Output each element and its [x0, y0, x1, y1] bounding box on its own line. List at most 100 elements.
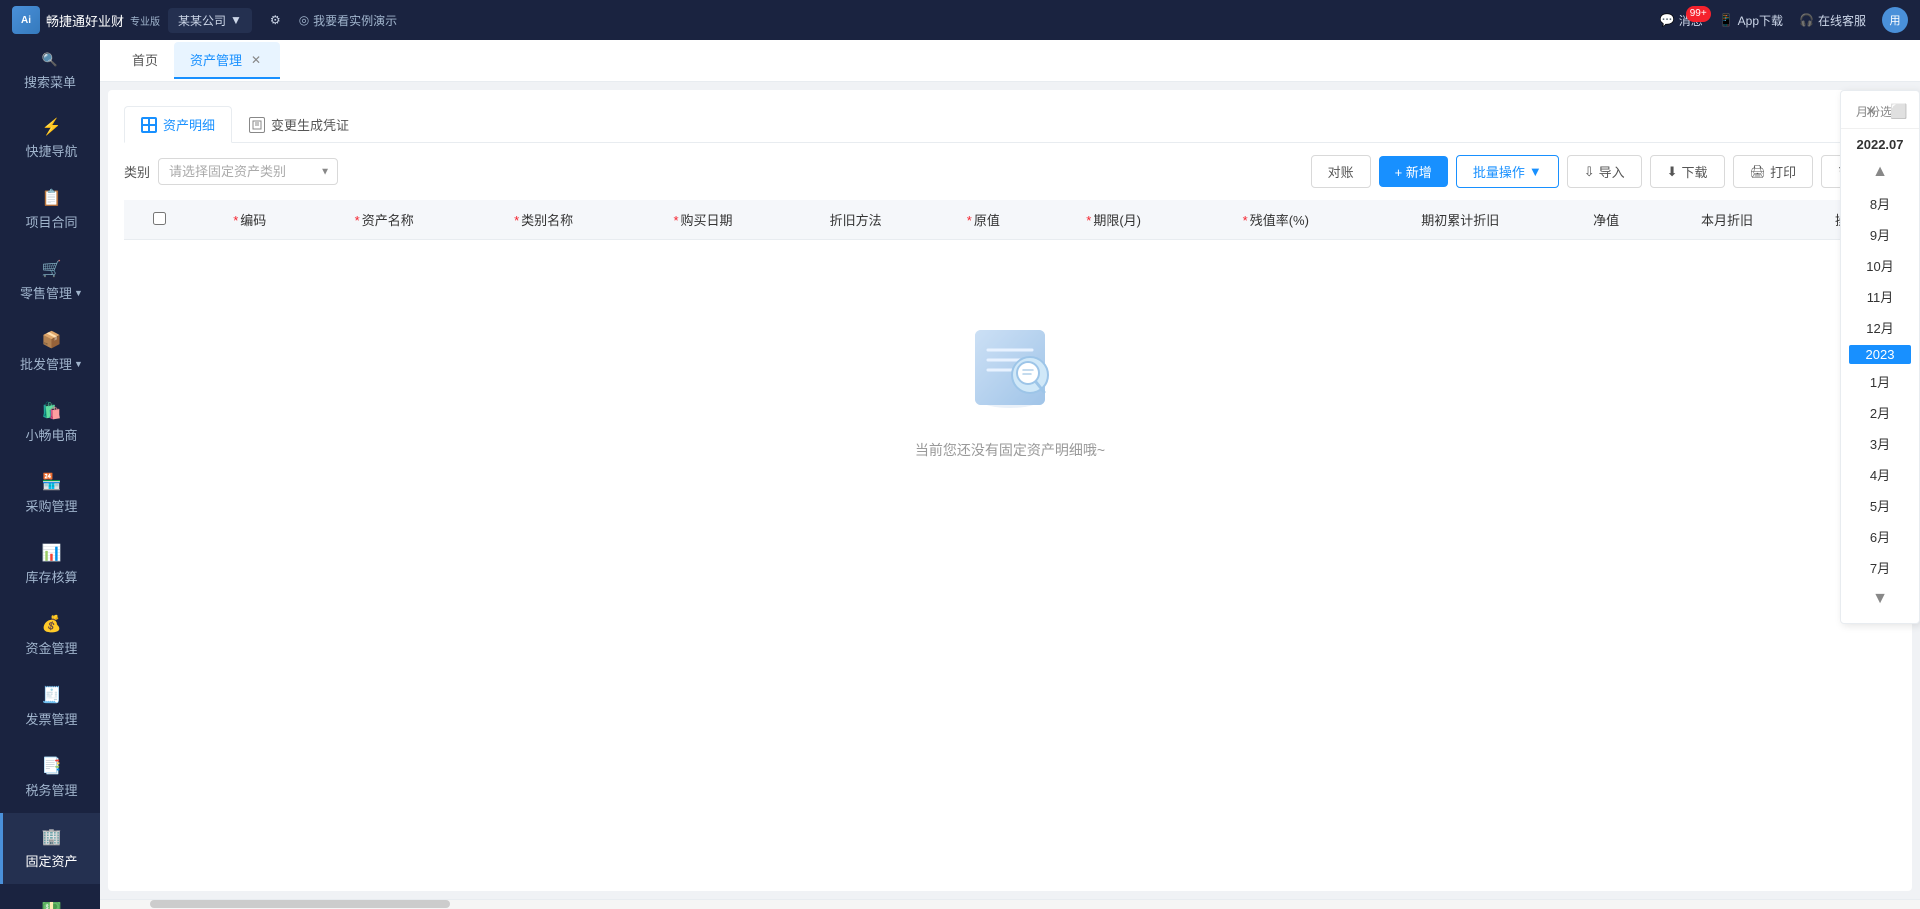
panel-close-btn[interactable]: ✕: [1859, 99, 1883, 123]
select-all-checkbox[interactable]: [153, 212, 166, 225]
add-button[interactable]: + 新增: [1379, 156, 1448, 187]
logo-icon: Ai: [12, 6, 40, 34]
download-button[interactable]: ⬇ 下载: [1650, 155, 1725, 188]
month-item-12[interactable]: 12月: [1841, 312, 1919, 343]
empty-state: 当前您还没有固定资产明细哦~: [124, 240, 1896, 520]
month-item-9[interactable]: 9月: [1841, 219, 1919, 250]
batch-ops-label: 批量操作: [1473, 162, 1525, 181]
app-edition: 专业版: [130, 13, 160, 28]
top-bar: Ai 畅捷通好业财 专业版 某某公司 ▼ ⚙ ◎ 我要看实例演示 💬 消息 99…: [0, 0, 1920, 40]
headset-icon: 🎧: [1799, 13, 1814, 27]
ecommerce-icon: 🛍️: [42, 401, 62, 421]
col-period: *期限(月): [1038, 200, 1189, 240]
year-label: 2022.07: [1841, 133, 1919, 156]
tab-close-icon[interactable]: ✕: [248, 52, 264, 68]
sidebar-item-project[interactable]: 📋 项目合同: [0, 174, 100, 245]
col-category: *类别名称: [464, 200, 623, 240]
tax-icon: 📑: [42, 756, 62, 776]
print-button[interactable]: 🖨 打印: [1733, 155, 1814, 188]
month-item-4[interactable]: 4月: [1841, 459, 1919, 490]
app-logo: Ai 畅捷通好业财 专业版: [12, 6, 160, 34]
demo-text: 我要看实例演示: [313, 12, 397, 29]
page-content: 资产明细 变更生成凭证 类别: [108, 90, 1912, 891]
app-download-btn[interactable]: 📱 App下载: [1719, 12, 1783, 29]
col-net-value: 净值: [1558, 200, 1654, 240]
content-area: 首页 资产管理 ✕: [100, 40, 1920, 909]
table-wrap: *编码 *资产名称 *类别名称 *购买日期 折旧方法 *原值 *期限(月) *残…: [124, 200, 1896, 875]
month-item-1[interactable]: 1月: [1841, 366, 1919, 397]
sidebar-item-tax[interactable]: 📑 税务管理: [0, 742, 100, 813]
retail-label-wrap: 零售管理 ▼: [20, 283, 83, 302]
month-prev-btn[interactable]: ▲: [1868, 160, 1892, 184]
month-item-2[interactable]: 2月: [1841, 397, 1919, 428]
sidebar-item-finance[interactable]: 💰 资金管理: [0, 600, 100, 671]
gear-icon: ⚙: [270, 13, 281, 27]
col-purchase-date: *购买日期: [623, 200, 782, 240]
subtab-asset-detail[interactable]: 资产明细: [124, 106, 232, 143]
sidebar-quicknav-label: 快捷导航: [25, 141, 77, 160]
message-badge: 99+: [1686, 6, 1711, 22]
reconcile-button[interactable]: 对账: [1311, 155, 1371, 188]
wholesale-label-wrap: 批发管理 ▼: [20, 354, 83, 373]
month-item-11[interactable]: 11月: [1841, 281, 1919, 312]
quicknav-icon: ⚡: [42, 117, 62, 137]
sidebar-item-retail[interactable]: 🛒 零售管理 ▼: [0, 245, 100, 316]
sidebar-item-invoice[interactable]: 🧾 发票管理: [0, 671, 100, 742]
scroll-thumb[interactable]: [150, 900, 450, 908]
sidebar-item-salary[interactable]: 💵 工资: [0, 884, 100, 909]
top-bar-left: Ai 畅捷通好业财 专业版 某某公司 ▼ ⚙ ◎ 我要看实例演示: [12, 6, 1660, 34]
month-next-btn[interactable]: ▼: [1868, 587, 1892, 611]
retail-icon: 🛒: [42, 259, 62, 279]
online-support-btn[interactable]: 🎧 在线客服: [1799, 12, 1866, 29]
project-icon: 📋: [42, 188, 62, 208]
company-selector[interactable]: 某某公司 ▼: [168, 8, 252, 33]
download-label: 下载: [1682, 162, 1708, 181]
col-accumulated: 期初累计折旧: [1362, 200, 1558, 240]
panel-controls: ✕ ⬜: [1859, 99, 1911, 123]
subtab-change-voucher[interactable]: 变更生成凭证: [232, 106, 366, 143]
toolbar-left: 类别 请选择固定资产类别: [124, 158, 338, 185]
purchase-icon: 🏪: [42, 472, 62, 492]
month-item-5[interactable]: 5月: [1841, 490, 1919, 521]
category-filter-select[interactable]: 请选择固定资产类别: [158, 158, 338, 185]
message-btn[interactable]: 💬 消息 99+: [1660, 12, 1703, 29]
sidebar-item-wholesale[interactable]: 📦 批发管理 ▼: [0, 316, 100, 387]
finance-icon: 💰: [42, 614, 62, 634]
month-item-6[interactable]: 6月: [1841, 521, 1919, 552]
tab-home[interactable]: 首页: [116, 42, 174, 79]
sidebar-item-inventory[interactable]: 📊 库存核算: [0, 529, 100, 600]
subtab-change-voucher-label: 变更生成凭证: [271, 115, 349, 134]
tab-home-label: 首页: [132, 50, 158, 69]
tab-assets[interactable]: 资产管理 ✕: [174, 42, 280, 79]
demo-link[interactable]: ◎ 我要看实例演示: [299, 12, 398, 29]
company-name: 某某公司: [178, 12, 226, 29]
month-nav-down: ▼: [1841, 583, 1919, 615]
batch-ops-button[interactable]: 批量操作 ▼: [1456, 155, 1559, 188]
sidebar-finance-label: 资金管理: [25, 638, 77, 657]
settings-btn[interactable]: ⚙: [260, 9, 291, 31]
sidebar-item-ecommerce[interactable]: 🛍️ 小畅电商: [0, 387, 100, 458]
sidebar-item-purchase[interactable]: 🏪 采购管理: [0, 458, 100, 529]
dropdown-icon: ▼: [230, 13, 242, 27]
horizontal-scrollbar[interactable]: [100, 899, 1920, 909]
sidebar-item-quicknav[interactable]: ⚡ 快捷导航: [0, 103, 100, 174]
download-icon: ⬇: [1667, 164, 1678, 180]
panel-expand-btn[interactable]: ⬜: [1887, 99, 1911, 123]
month-item-3[interactable]: 3月: [1841, 428, 1919, 459]
user-avatar[interactable]: 用: [1882, 7, 1908, 33]
current-year-badge: 2023: [1849, 345, 1911, 364]
sidebar-assets-label: 固定资产: [25, 851, 77, 870]
sidebar-item-assets[interactable]: 🏢 固定资产: [0, 813, 100, 884]
sidebar-inventory-label: 库存核算: [25, 567, 77, 586]
subtab-asset-detail-label: 资产明细: [163, 115, 215, 134]
month-item-8[interactable]: 8月: [1841, 188, 1919, 219]
phone-icon: 📱: [1719, 13, 1734, 27]
col-code: *编码: [195, 200, 305, 240]
empty-icon: [950, 300, 1070, 420]
sidebar-item-search[interactable]: 🔍 搜索菜单: [0, 40, 100, 103]
month-item-7[interactable]: 7月: [1841, 552, 1919, 583]
month-item-10[interactable]: 10月: [1841, 250, 1919, 281]
print-label: 打印: [1770, 162, 1796, 181]
sidebar-wholesale-label: 批发管理: [20, 354, 72, 373]
import-button[interactable]: ⇩ 导入: [1567, 155, 1642, 188]
